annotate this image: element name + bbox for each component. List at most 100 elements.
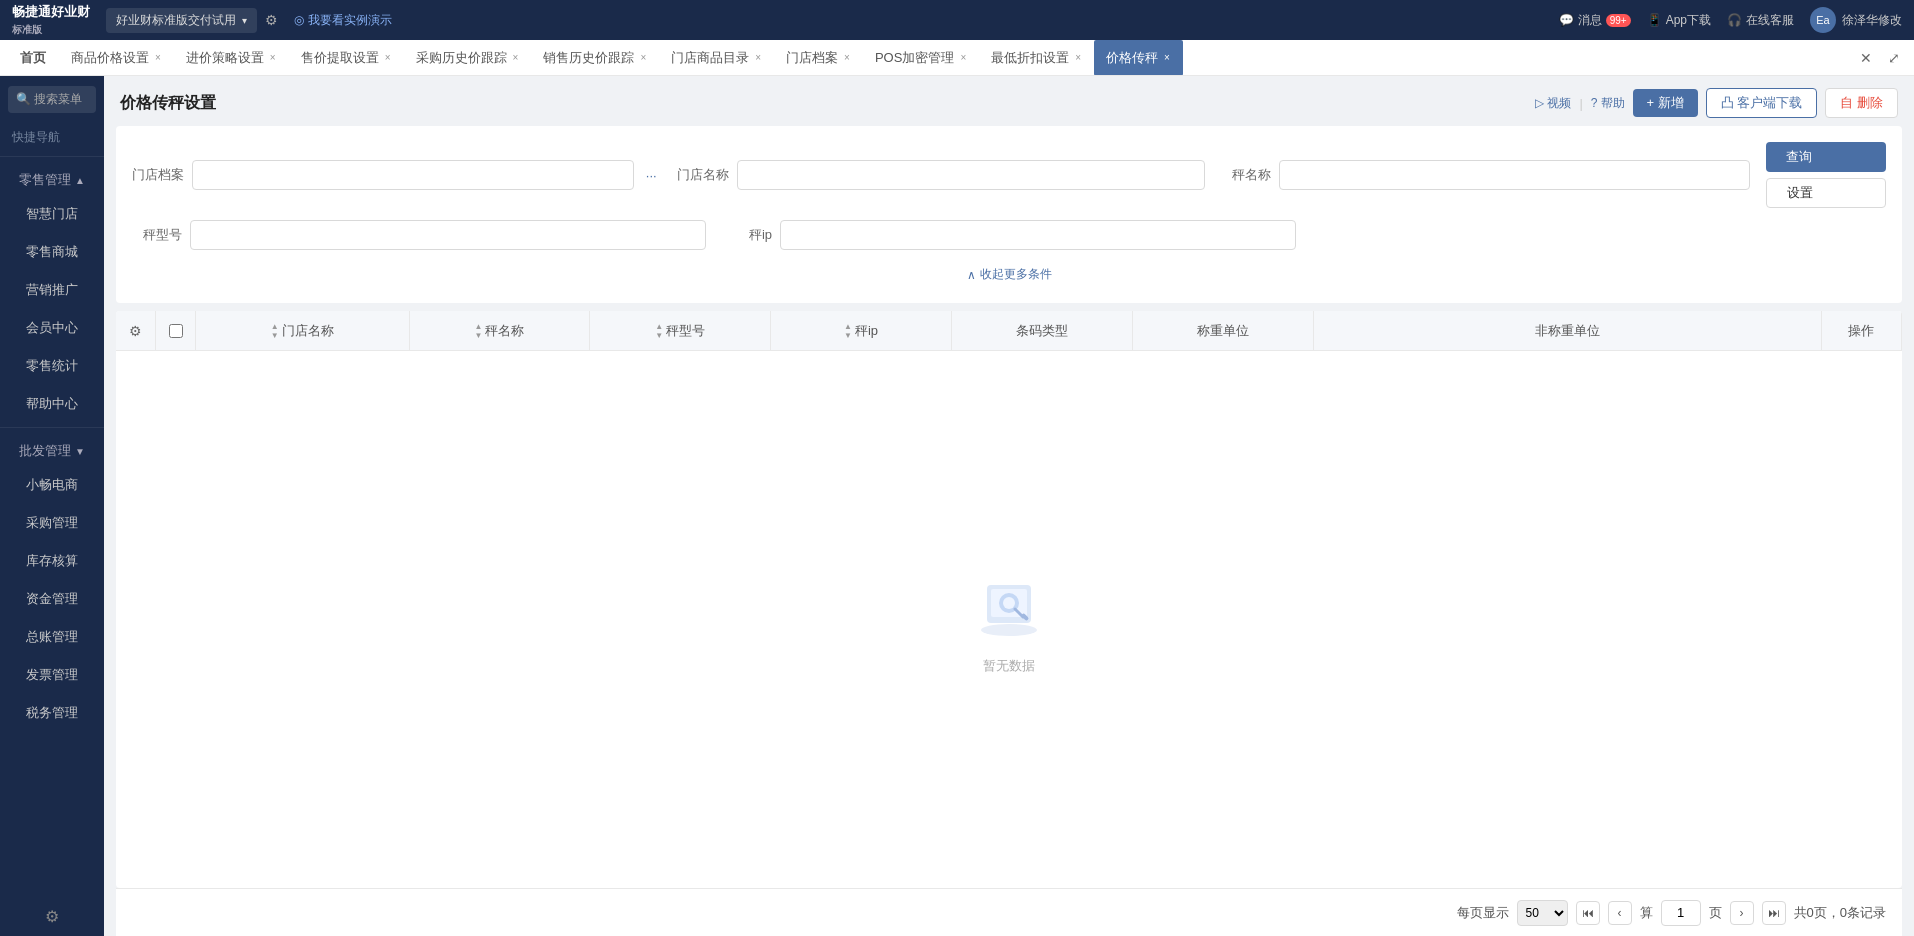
help-link[interactable]: ? 帮助 [1591,95,1625,112]
page-label: 算 [1640,904,1653,922]
scale-model-input[interactable] [190,220,706,250]
sidebar-item-ecommerce[interactable]: 小畅电商 [0,466,104,504]
version-selector[interactable]: 好业财标准版交付试用 ▾ [106,8,257,33]
search-menu-btn[interactable]: 🔍 搜索菜单 [8,86,96,113]
close-icon[interactable]: × [1164,52,1170,63]
filter-scale-model: 秤型号 [132,220,706,250]
filter-store-profile: 门店档案 ··· [132,142,661,208]
close-tab-btn[interactable]: ✕ [1854,46,1878,70]
prev-page-btn[interactable]: ‹ [1608,901,1632,925]
close-icon[interactable]: × [755,52,761,63]
sidebar-item-purchase[interactable]: 采购管理 [0,504,104,542]
scale-ip-input[interactable] [780,220,1296,250]
close-icon[interactable]: × [513,52,519,63]
sidebar-item-retail-stats[interactable]: 零售统计 [0,347,104,385]
tab-sale-history[interactable]: 销售历史价跟踪 × [531,40,659,76]
page-header: 价格传秤设置 ▷ 视频 | ? 帮助 + 新增 凸 客户端下载 [104,76,1914,126]
header-actions: ▷ 视频 | ? 帮助 + 新增 凸 客户端下载 自 删除 [1535,88,1898,118]
avatar: Ea [1810,7,1836,33]
tab-pos-encrypt[interactable]: POS加密管理 × [863,40,979,76]
next-page-btn[interactable]: › [1730,901,1754,925]
sidebar-search: 🔍 搜索菜单 [0,76,104,123]
sidebar-item-member[interactable]: 会员中心 [0,309,104,347]
top-bar-right: 💬 消息 99+ 📱 App下载 🎧 在线客服 Ea 徐泽华修改 [1559,7,1902,33]
settings-filter-btn[interactable]: 设置 [1766,178,1886,208]
scale-ip-label: 秤ip [722,226,772,244]
nav-tabs: 首页 商品价格设置 × 进价策略设置 × 售价提取设置 × 采购历史价跟踪 × … [0,40,1914,76]
page-number-input[interactable] [1661,900,1701,926]
total-label: 共0页，0条记录 [1794,904,1886,922]
empty-state: 暂无数据 [969,565,1049,675]
sidebar-item-smart-store[interactable]: 智慧门店 [0,195,104,233]
tab-store-profile[interactable]: 门店档案 × [774,40,863,76]
store-profile-label: 门店档案 [132,166,184,184]
pagination: 每页显示 50 10 20 100 ⏮ ‹ 算 页 › ⏭ 共0页，0条记录 [116,888,1902,936]
tab-store-catalog[interactable]: 门店商品目录 × [659,40,774,76]
chevron-up-icon: ▲ [75,175,85,186]
close-icon[interactable]: × [155,52,161,63]
table-body: 暂无数据 [116,351,1902,888]
th-checkbox[interactable] [156,311,196,350]
close-icon[interactable]: × [960,52,966,63]
store-profile-input[interactable] [192,160,634,190]
close-icon[interactable]: × [844,52,850,63]
close-icon[interactable]: × [640,52,646,63]
sidebar-item-finance[interactable]: 资金管理 [0,580,104,618]
sidebar-bottom: ⚙ [0,897,104,936]
per-page-select[interactable]: 50 10 20 100 [1517,900,1568,926]
th-settings[interactable]: ⚙ [116,311,156,350]
tab-home[interactable]: 首页 [8,40,59,76]
store-name-input[interactable] [737,160,1206,190]
maximize-btn[interactable]: ⤢ [1882,46,1906,70]
sidebar-item-marketing[interactable]: 营销推广 [0,271,104,309]
sort-icon: ▲▼ [844,322,852,340]
add-button[interactable]: + 新增 [1633,89,1698,117]
close-icon[interactable]: × [1075,52,1081,63]
last-page-btn[interactable]: ⏭ [1762,901,1786,925]
collapse-btn[interactable]: ∧ 收起更多条件 [132,262,1886,287]
page-unit-label: 页 [1709,904,1722,922]
settings-icon[interactable]: ⚙ [45,908,59,925]
close-icon[interactable]: × [385,52,391,63]
sidebar-item-retail[interactable]: 零售管理 ▲ [0,161,104,195]
user-area[interactable]: Ea 徐泽华修改 [1810,7,1902,33]
tab-sale-extract[interactable]: 售价提取设置 × [289,40,404,76]
app-download-btn[interactable]: 📱 App下载 [1647,12,1711,29]
filter-scale-ip: 秤ip [722,220,1296,250]
filter-section: 门店档案 ··· 门店名称 秤名称 查询 [116,126,1902,303]
demo-link[interactable]: ◎ 我要看实例演示 [294,12,392,29]
sidebar-item-invoice[interactable]: 发票管理 [0,656,104,694]
tab-price-settings[interactable]: 商品价格设置 × [59,40,174,76]
sidebar-item-ledger[interactable]: 总账管理 [0,618,104,656]
chevron-up-icon: ∧ [967,268,976,282]
sidebar-item-inventory[interactable]: 库存核算 [0,542,104,580]
messages-btn[interactable]: 💬 消息 99+ [1559,12,1631,29]
download-client-btn[interactable]: 凸 客户端下载 [1706,88,1818,118]
tab-purchase-strategy[interactable]: 进价策略设置 × [174,40,289,76]
close-icon[interactable]: × [270,52,276,63]
tab-actions: ✕ ⤢ [1854,46,1906,70]
sort-icon: ▲▼ [271,322,279,340]
tab-price-scale[interactable]: 价格传秤 × [1094,40,1183,76]
tab-min-discount[interactable]: 最低折扣设置 × [979,40,1094,76]
sidebar-item-wholesale[interactable]: 批发管理 ▼ [0,432,104,466]
query-button[interactable]: 查询 [1766,142,1886,172]
online-service-btn[interactable]: 🎧 在线客服 [1727,12,1794,29]
settings-icon[interactable]: ⚙ [265,12,278,28]
select-all-checkbox[interactable] [169,324,183,338]
per-page-label: 每页显示 [1457,904,1509,922]
sidebar-item-tax[interactable]: 税务管理 [0,694,104,732]
video-link[interactable]: ▷ 视频 [1535,95,1571,112]
delete-button[interactable]: 自 删除 [1825,88,1898,118]
first-page-btn[interactable]: ⏮ [1576,901,1600,925]
sidebar-item-retail-mall[interactable]: 零售商城 [0,233,104,271]
scale-name-label: 秤名称 [1221,166,1271,184]
store-profile-dots-btn[interactable]: ··· [642,168,661,183]
sort-icon: ▲▼ [655,322,663,340]
sort-icon: ▲▼ [475,322,483,340]
tab-purchase-history[interactable]: 采购历史价跟踪 × [404,40,532,76]
sidebar-item-help[interactable]: 帮助中心 [0,385,104,423]
question-icon: ? [1591,96,1598,110]
empty-label: 暂无数据 [983,657,1035,675]
scale-name-input[interactable] [1279,160,1750,190]
